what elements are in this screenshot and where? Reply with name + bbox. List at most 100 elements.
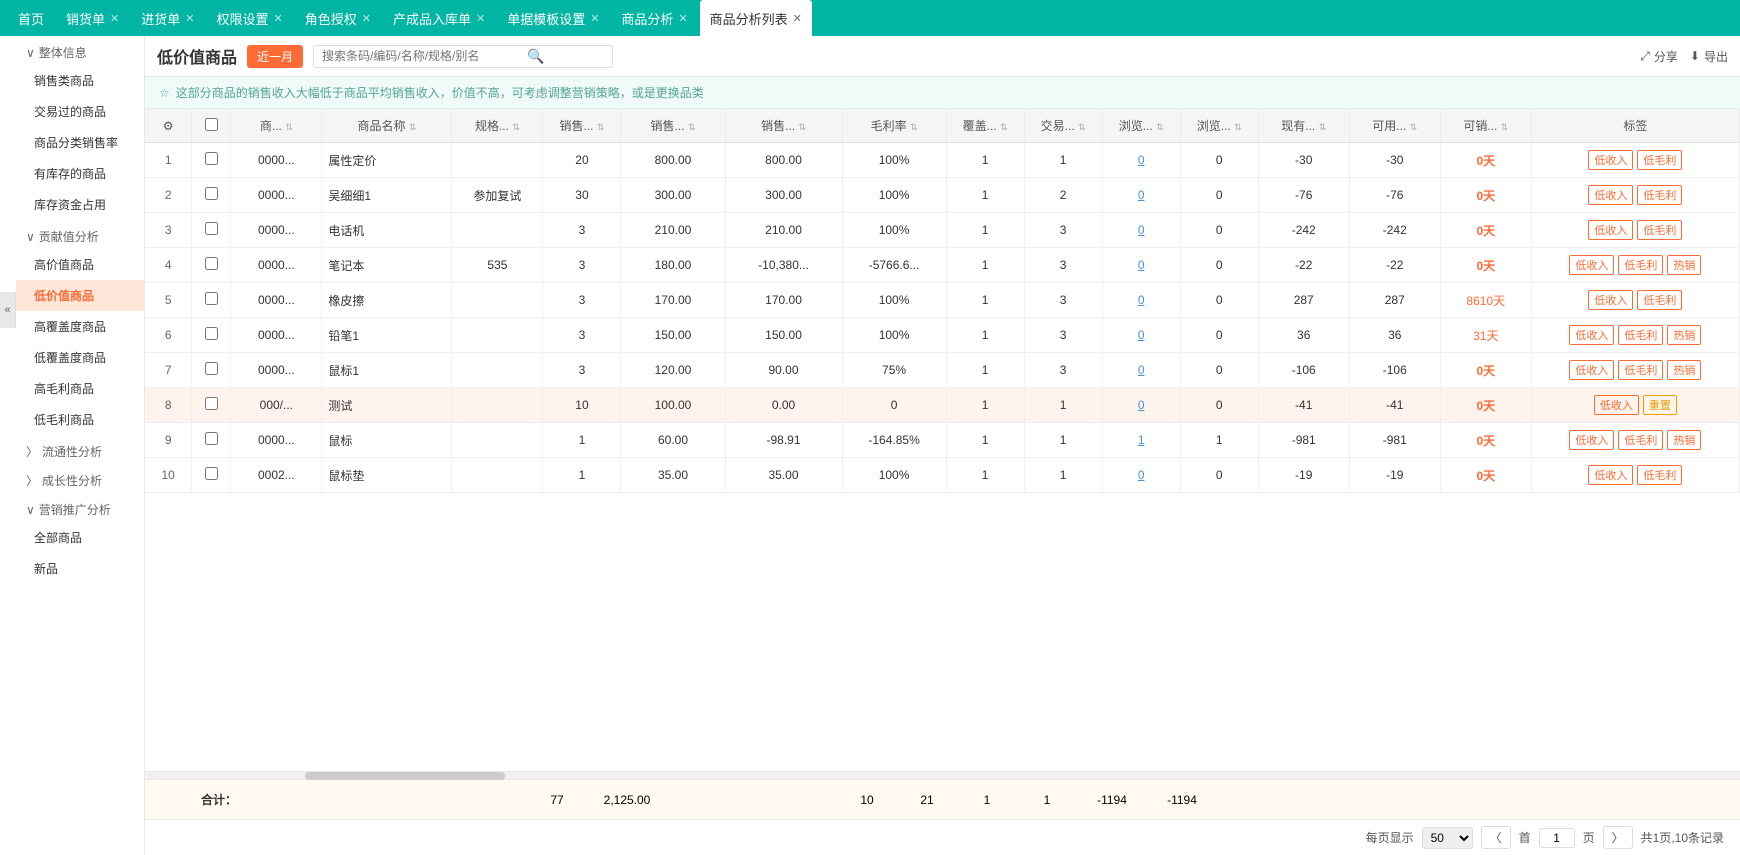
sidebar-collapse-btn[interactable]: « xyxy=(0,292,16,328)
select-all-checkbox[interactable] xyxy=(205,118,218,131)
cell-checkbox[interactable] xyxy=(192,143,231,178)
sidebar-group-contribution[interactable]: ∨ 贡献值分析 xyxy=(16,220,144,249)
cell-view1[interactable]: 0 xyxy=(1102,178,1180,213)
close-icon[interactable]: ✕ xyxy=(678,12,687,25)
view1-value[interactable]: 0 xyxy=(1138,398,1145,412)
nav-sales[interactable]: 销货单 ✕ xyxy=(56,0,129,36)
sidebar-item-low-value[interactable]: 低价值商品 xyxy=(16,280,144,311)
close-icon[interactable]: ✕ xyxy=(110,12,119,25)
cell-view1[interactable]: 0 xyxy=(1102,388,1180,423)
nav-roles[interactable]: 角色授权 ✕ xyxy=(295,0,381,36)
row-checkbox[interactable] xyxy=(205,222,218,235)
col-sale-amt[interactable]: 销售... ⇅ xyxy=(621,109,725,143)
nav-permissions[interactable]: 权限设置 ✕ xyxy=(206,0,292,36)
sidebar-group-marketing[interactable]: ∨ 营销推广分析 xyxy=(16,493,144,522)
scroll-thumb[interactable] xyxy=(305,772,505,780)
sidebar-group-growth[interactable]: 〉 成长性分析 xyxy=(16,464,144,493)
sidebar-item-low-coverage[interactable]: 低覆盖度商品 xyxy=(16,342,144,373)
view1-value[interactable]: 0 xyxy=(1138,363,1145,377)
sidebar-item-sales-products[interactable]: 销售类商品 xyxy=(16,65,144,96)
col-spec[interactable]: 规格... ⇅ xyxy=(452,109,543,143)
cell-view1[interactable]: 0 xyxy=(1102,318,1180,353)
cell-checkbox[interactable] xyxy=(192,213,231,248)
cell-checkbox[interactable] xyxy=(192,458,231,493)
row-checkbox[interactable] xyxy=(205,187,218,200)
view1-value[interactable]: 0 xyxy=(1138,328,1145,342)
cell-view1[interactable]: 0 xyxy=(1102,213,1180,248)
col-saleable[interactable]: 可销... ⇅ xyxy=(1440,109,1531,143)
col-settings[interactable]: ⚙ xyxy=(145,109,192,143)
row-checkbox[interactable] xyxy=(205,397,218,410)
cell-view1[interactable]: 0 xyxy=(1102,458,1180,493)
share-button[interactable]: ⤢ 分享 xyxy=(1640,48,1678,65)
search-input[interactable] xyxy=(322,49,522,63)
view1-value[interactable]: 1 xyxy=(1138,433,1145,447)
sidebar-group-circulation[interactable]: 〉 流通性分析 xyxy=(16,435,144,464)
cell-checkbox[interactable] xyxy=(192,318,231,353)
view1-value[interactable]: 0 xyxy=(1138,468,1145,482)
cell-checkbox[interactable] xyxy=(192,283,231,318)
nav-product-analysis[interactable]: 商品分析 ✕ xyxy=(611,0,697,36)
sidebar-group-overall[interactable]: ∨ 整体信息 xyxy=(16,36,144,65)
nav-production[interactable]: 产成品入库单 ✕ xyxy=(383,0,495,36)
row-checkbox[interactable] xyxy=(205,152,218,165)
row-checkbox[interactable] xyxy=(205,327,218,340)
row-checkbox[interactable] xyxy=(205,362,218,375)
close-icon[interactable]: ✕ xyxy=(793,12,802,25)
nav-product-list[interactable]: 商品分析列表 ✕ xyxy=(700,0,812,36)
sidebar-item-all-products[interactable]: 全部商品 xyxy=(16,522,144,553)
view1-value[interactable]: 0 xyxy=(1138,258,1145,272)
sidebar-item-high-margin[interactable]: 高毛利商品 xyxy=(16,373,144,404)
per-page-select[interactable]: 50 100 xyxy=(1422,827,1473,849)
close-icon[interactable]: ✕ xyxy=(590,12,599,25)
col-coverage[interactable]: 覆盖... ⇅ xyxy=(946,109,1024,143)
sidebar-item-inventory-products[interactable]: 有库存的商品 xyxy=(16,158,144,189)
col-view2[interactable]: 浏览... ⇅ xyxy=(1180,109,1258,143)
next-page-button[interactable]: 〉 xyxy=(1603,826,1633,849)
col-current[interactable]: 现有... ⇅ xyxy=(1258,109,1349,143)
page-number-input[interactable] xyxy=(1539,828,1575,848)
col-available[interactable]: 可用... ⇅ xyxy=(1349,109,1440,143)
view1-value[interactable]: 0 xyxy=(1138,153,1145,167)
cell-view1[interactable]: 0 xyxy=(1102,143,1180,178)
cell-checkbox[interactable] xyxy=(192,353,231,388)
cell-view1[interactable]: 0 xyxy=(1102,353,1180,388)
cell-view1[interactable]: 1 xyxy=(1102,423,1180,458)
col-checkbox[interactable] xyxy=(192,109,231,143)
close-icon[interactable]: ✕ xyxy=(362,12,371,25)
col-sale-avg[interactable]: 销售... ⇅ xyxy=(725,109,842,143)
col-view1[interactable]: 浏览... ⇅ xyxy=(1102,109,1180,143)
cell-view1[interactable]: 0 xyxy=(1102,248,1180,283)
sidebar-item-capital[interactable]: 库存资金占用 xyxy=(16,189,144,220)
horizontal-scrollbar[interactable] xyxy=(145,771,1740,779)
col-code[interactable]: 商... ⇅ xyxy=(231,109,322,143)
cell-checkbox[interactable] xyxy=(192,388,231,423)
cell-checkbox[interactable] xyxy=(192,248,231,283)
sidebar-item-high-coverage[interactable]: 高覆盖度商品 xyxy=(16,311,144,342)
col-tags[interactable]: 标签 xyxy=(1531,109,1739,143)
first-page-button[interactable]: 〈 xyxy=(1481,826,1511,849)
export-button[interactable]: ⬇ 导出 xyxy=(1690,48,1728,65)
col-name[interactable]: 商品名称 ⇅ xyxy=(322,109,452,143)
cell-view1[interactable]: 0 xyxy=(1102,283,1180,318)
close-icon[interactable]: ✕ xyxy=(476,12,485,25)
col-trade[interactable]: 交易... ⇅ xyxy=(1024,109,1102,143)
row-checkbox[interactable] xyxy=(205,257,218,270)
row-checkbox[interactable] xyxy=(205,467,218,480)
search-icon[interactable]: 🔍 xyxy=(527,48,544,65)
col-margin[interactable]: 毛利率 ⇅ xyxy=(842,109,946,143)
close-icon[interactable]: ✕ xyxy=(274,12,283,25)
row-checkbox[interactable] xyxy=(205,292,218,305)
view1-value[interactable]: 0 xyxy=(1138,188,1145,202)
close-icon[interactable]: ✕ xyxy=(185,12,194,25)
sidebar-item-high-value[interactable]: 高价值商品 xyxy=(16,249,144,280)
nav-template[interactable]: 单据模板设置 ✕ xyxy=(497,0,609,36)
cell-checkbox[interactable] xyxy=(192,423,231,458)
col-qty[interactable]: 销售... ⇅ xyxy=(543,109,621,143)
sidebar-item-low-margin[interactable]: 低毛利商品 xyxy=(16,404,144,435)
sidebar-item-new-products[interactable]: 新品 xyxy=(16,553,144,584)
cell-checkbox[interactable] xyxy=(192,178,231,213)
view1-value[interactable]: 0 xyxy=(1138,293,1145,307)
sidebar-item-traded-products[interactable]: 交易过的商品 xyxy=(16,96,144,127)
nav-purchase[interactable]: 进货单 ✕ xyxy=(131,0,204,36)
